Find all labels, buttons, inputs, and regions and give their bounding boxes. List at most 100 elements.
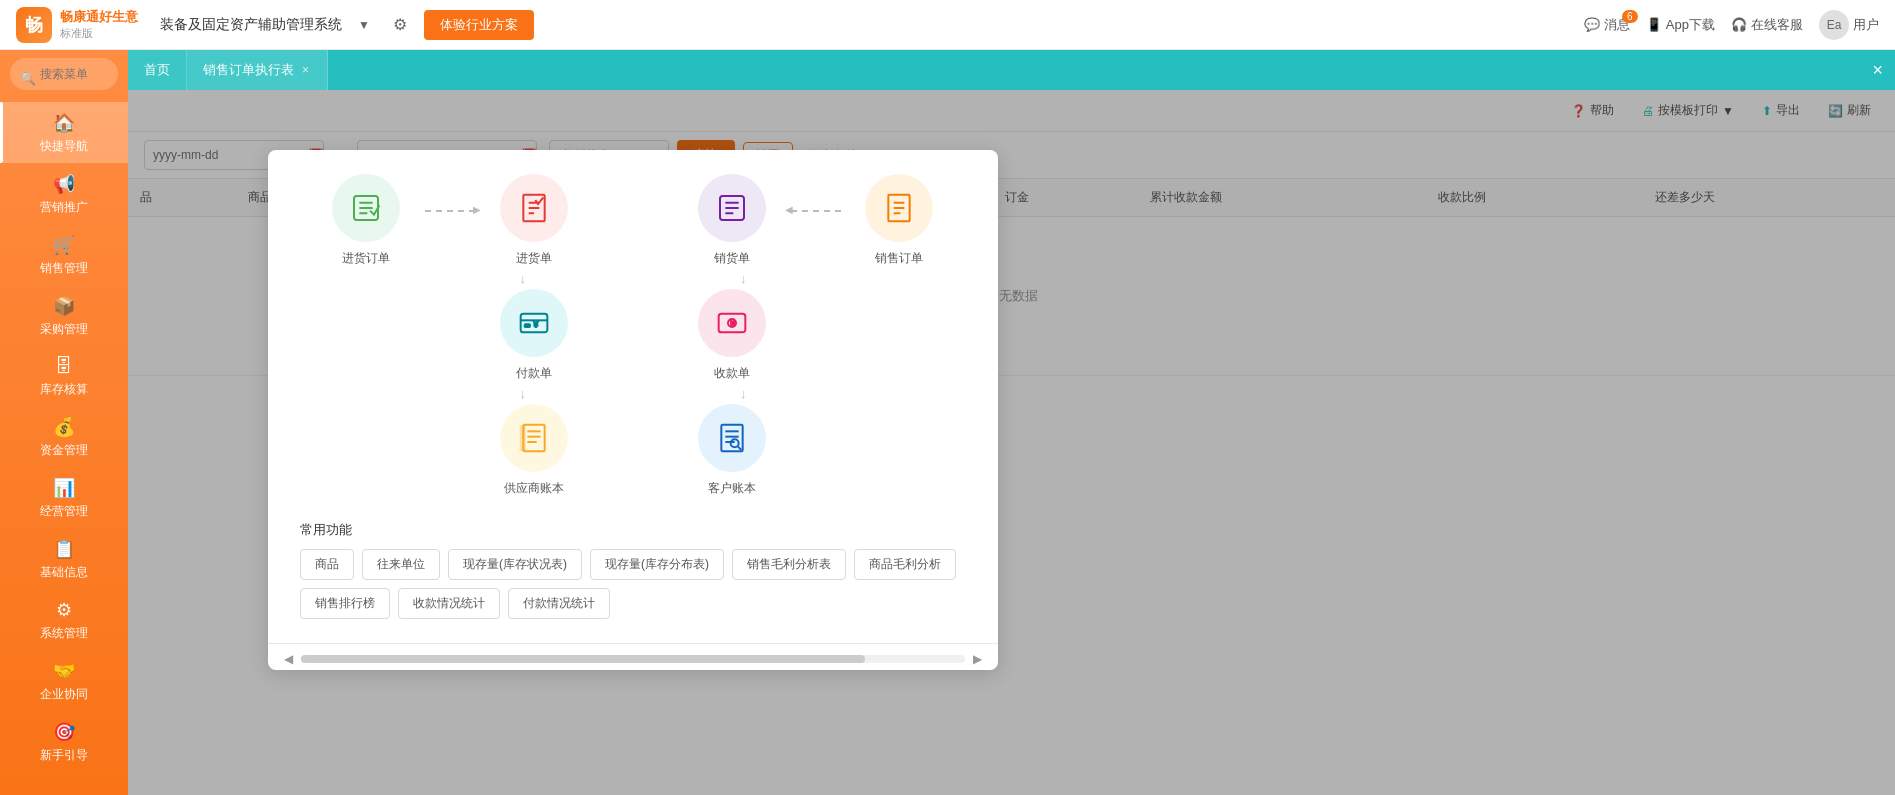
operation-icon: 📊 [53,477,75,499]
logo-main: 畅康通好生意 [60,9,138,26]
top-header: 畅 畅康通好生意 标准版 装备及固定资产辅助管理系统 ▼ ⚙ 体验行业方案 💬 … [0,0,1895,50]
tab-home[interactable]: 首页 [128,50,187,90]
flow-node-purchase-bill: 进货单 [500,174,568,267]
page-inner: ❓ 帮助 🖨 按模板打印 ▼ ⬆ 导出 🔄 刷新 [128,90,1895,795]
home-tab-label: 首页 [144,61,170,79]
sidebar-item-enterprise[interactable]: 🤝 企业协同 [0,650,128,711]
search-wrap: 🔍 [10,58,118,98]
sales-icon: 🛒 [53,234,75,256]
sidebar-item-finance[interactable]: 💰 资金管理 [0,406,128,467]
sidebar-item-marketing[interactable]: 📢 营销推广 [0,163,128,224]
svg-rect-18 [525,324,530,327]
scroll-thumb [301,655,865,663]
sidebar-item-guide[interactable]: 🎯 新手引导 [0,711,128,772]
svg-rect-27 [521,426,525,450]
enterprise-icon: 🤝 [53,660,75,682]
logo-area: 畅 畅康通好生意 标准版 [16,7,144,43]
sidebar-item-sales[interactable]: 🛒 销售管理 [0,224,128,285]
settings-btn[interactable]: ⚙ [386,11,414,39]
flow-node-payment-bill: ¥ 付款单 [500,289,568,382]
receipt-bill-icon: ¥ [698,289,766,357]
user-label: 用户 [1853,16,1879,34]
tab-close-btn[interactable]: × [300,61,311,79]
scroll-track[interactable] [301,655,965,663]
page-content: ❓ 帮助 🖨 按模板打印 ▼ ⬆ 导出 🔄 刷新 [128,90,1895,795]
sidebar-item-quick-nav[interactable]: 🏠 快捷导航 [0,102,128,163]
func-btn-sales-profit[interactable]: 销售毛利分析表 [732,549,846,580]
purchase-order-icon [332,174,400,242]
func-btn-partner[interactable]: 往来单位 [362,549,440,580]
svg-point-32 [730,439,738,447]
func-btn-product-profit[interactable]: 商品毛利分析 [854,549,956,580]
func-btn-receipt-stats[interactable]: 收款情况统计 [398,588,500,619]
system-dropdown-btn[interactable]: ▼ [352,16,376,34]
func-btn-payment-stats[interactable]: 付款情况统计 [508,588,610,619]
svg-line-33 [738,447,741,450]
sidebar: 🔍 🏠 快捷导航 📢 营销推广 🛒 销售管理 📦 采购管理 🗄 库存核算 💰 资… [0,50,128,795]
svg-text:¥: ¥ [730,320,734,327]
func-buttons-row1: 商品 往来单位 现存量(库存状况表) 现存量(库存分布表) 销售毛利分析表 商品… [300,549,966,580]
sidebar-item-basic-info[interactable]: 📋 基础信息 [0,528,128,589]
trial-btn[interactable]: 体验行业方案 [424,10,534,40]
logo-icon: 畅 [16,7,52,43]
modal-body: 进货订单 ▶ [268,150,998,643]
func-btn-stock-dist[interactable]: 现存量(库存分布表) [590,549,724,580]
modal-scrollbar: ◀ ▶ [268,643,998,670]
func-btn-sales-rank[interactable]: 销售排行榜 [300,588,390,619]
sidebar-item-operation[interactable]: 📊 经营管理 [0,467,128,528]
customer-ledger-icon [698,404,766,472]
message-icon: 💬 [1584,17,1600,32]
marketing-icon: 📢 [53,173,75,195]
sidebar-item-system[interactable]: ⚙ 系统管理 [0,589,128,650]
app-download-btn[interactable]: 📱 App下载 [1646,16,1715,34]
func-btn-product[interactable]: 商品 [300,549,354,580]
system-icon: ⚙ [56,599,72,621]
header-right: 💬 消息 6 📱 App下载 🎧 在线客服 Ea 用户 [1584,10,1879,40]
guide-icon: 🎯 [53,721,75,743]
messages-btn[interactable]: 💬 消息 6 [1584,16,1630,34]
svg-text:¥: ¥ [534,321,538,328]
header-middle: 装备及固定资产辅助管理系统 ▼ ⚙ 体验行业方案 [144,10,1584,40]
system-title: 装备及固定资产辅助管理系统 [160,16,342,34]
scroll-right-btn[interactable]: ▶ [973,652,982,666]
modal: 进货订单 ▶ [268,150,998,670]
flow-node-supplier-ledger: 供应商账本 [500,404,568,497]
svg-rect-23 [523,425,544,452]
basic-info-icon: 📋 [53,538,75,560]
home-icon: 🏠 [53,112,75,134]
supplier-ledger-icon [500,404,568,472]
inventory-icon: 🗄 [55,356,73,377]
tab-sales-order-exec[interactable]: 销售订单执行表 × [187,50,328,90]
flow-node-sales-bill: 销货单 [698,174,766,267]
func-btn-stock-status[interactable]: 现存量(库存状况表) [448,549,582,580]
sidebar-item-inventory[interactable]: 🗄 库存核算 [0,346,128,406]
tab-bar-close-all[interactable]: × [1860,50,1895,90]
flow-node-receipt-bill: ¥ 收款单 [698,289,766,382]
purchase-bill-icon [500,174,568,242]
purchase-icon: 📦 [53,295,75,317]
search-input[interactable] [10,58,118,90]
user-area[interactable]: Ea 用户 [1819,10,1879,40]
sidebar-item-purchase[interactable]: 📦 采购管理 [0,285,128,346]
avatar: Ea [1819,10,1849,40]
online-service-btn[interactable]: 🎧 在线客服 [1731,16,1803,34]
content-area: 首页 销售订单执行表 × × ❓ 帮助 🖨 按模板打印 [128,50,1895,795]
sales-order-tab-label: 销售订单执行表 [203,61,294,79]
finance-icon: 💰 [53,416,75,438]
payment-bill-icon: ¥ [500,289,568,357]
flow-node-purchase-order: 进货订单 [332,174,400,267]
common-functions: 常用功能 商品 往来单位 现存量(库存状况表) 现存量(库存分布表) 销售毛利分… [300,521,966,619]
func-buttons-row2: 销售排行榜 收款情况统计 付款情况统计 [300,588,966,619]
flow-node-customer-ledger: 客户账本 [698,404,766,497]
scroll-left-btn[interactable]: ◀ [284,652,293,666]
sales-order-icon [865,174,933,242]
modal-overlay: 进货订单 ▶ [128,90,1895,795]
flow-node-sales-order: 销售订单 [865,174,933,267]
messages-badge: 6 [1622,10,1638,23]
sales-bill-icon [698,174,766,242]
main-layout: 🔍 🏠 快捷导航 📢 营销推广 🛒 销售管理 📦 采购管理 🗄 库存核算 💰 资… [0,50,1895,795]
headset-icon: 🎧 [1731,17,1747,32]
logo-sub: 标准版 [60,26,138,40]
phone-icon: 📱 [1646,17,1662,32]
common-functions-title: 常用功能 [300,521,966,539]
